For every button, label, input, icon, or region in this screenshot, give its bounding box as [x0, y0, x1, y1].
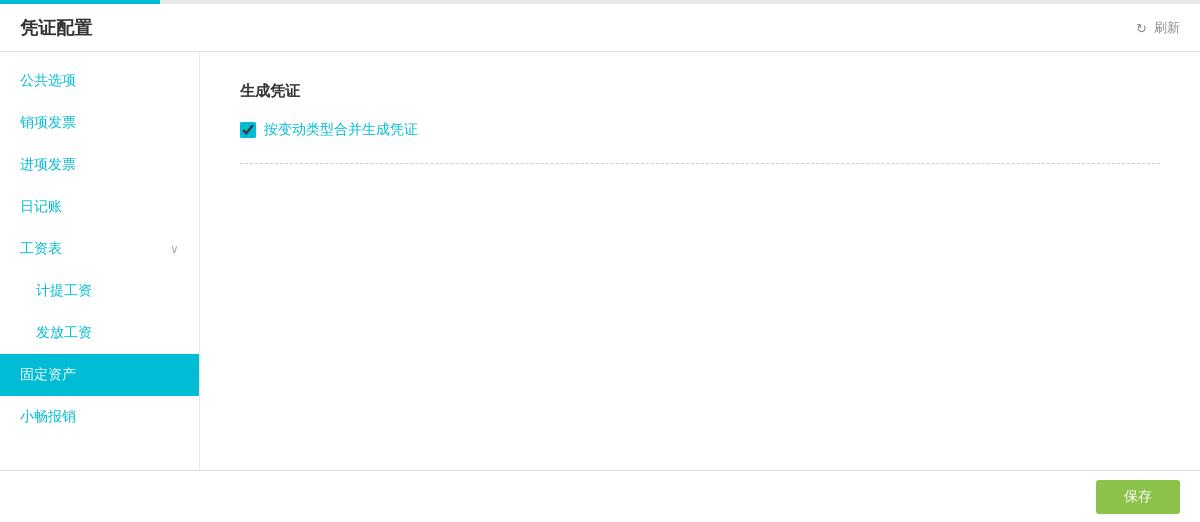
- sidebar-item-label: 计提工资: [36, 282, 92, 300]
- section-divider: [240, 163, 1160, 164]
- refresh-label: 刷新: [1154, 19, 1180, 37]
- sidebar-item-fixed-assets[interactable]: 固定资产: [0, 354, 199, 396]
- checkbox-row: 按变动类型合并生成凭证: [240, 121, 1160, 139]
- page-footer: 保存: [0, 470, 1200, 522]
- sidebar: 公共选项销项发票进项发票日记账工资表 ∨ 计提工资发放工资固定资产小畅报销: [0, 52, 200, 470]
- sidebar-item-sales-invoice[interactable]: 销项发票: [0, 102, 199, 144]
- page-header: 凭证配置 ↻ 刷新: [0, 4, 1200, 52]
- sidebar-item-label: 日记账: [20, 198, 62, 216]
- checkbox-label[interactable]: 按变动类型合并生成凭证: [264, 121, 418, 139]
- sidebar-item-label: 发放工资: [36, 324, 92, 342]
- sidebar-item-payroll-pay[interactable]: 发放工资: [0, 312, 199, 354]
- sidebar-item-label: 工资表: [20, 240, 62, 258]
- refresh-button[interactable]: ↻ 刷新: [1136, 19, 1180, 37]
- sidebar-item-public-options[interactable]: 公共选项: [0, 60, 199, 102]
- sidebar-item-expense-reimbursement[interactable]: 小畅报销: [0, 396, 199, 438]
- refresh-icon: ↻: [1136, 21, 1150, 35]
- sidebar-item-label: 进项发票: [20, 156, 76, 174]
- sidebar-item-payroll-accrual[interactable]: 计提工资: [0, 270, 199, 312]
- section-title: 生成凭证: [240, 82, 1160, 101]
- page-title: 凭证配置: [20, 16, 92, 40]
- sidebar-item-label: 小畅报销: [20, 408, 76, 426]
- main-layout: 公共选项销项发票进项发票日记账工资表 ∨ 计提工资发放工资固定资产小畅报销 生成凭证…: [0, 52, 1200, 470]
- sidebar-item-payroll-table[interactable]: 工资表 ∨: [0, 228, 199, 270]
- top-tab-bar: [0, 0, 1200, 4]
- sidebar-item-label: 固定资产: [20, 366, 76, 384]
- sidebar-item-journal[interactable]: 日记账: [0, 186, 199, 228]
- chevron-down-icon: ∨: [170, 242, 179, 256]
- sidebar-item-label: 公共选项: [20, 72, 76, 90]
- merge-by-type-checkbox[interactable]: [240, 122, 256, 138]
- sidebar-item-purchase-invoice[interactable]: 进项发票: [0, 144, 199, 186]
- content-area: 生成凭证 按变动类型合并生成凭证: [200, 52, 1200, 470]
- active-tab-indicator: [0, 0, 160, 4]
- save-button[interactable]: 保存: [1096, 480, 1180, 514]
- sidebar-item-label: 销项发票: [20, 114, 76, 132]
